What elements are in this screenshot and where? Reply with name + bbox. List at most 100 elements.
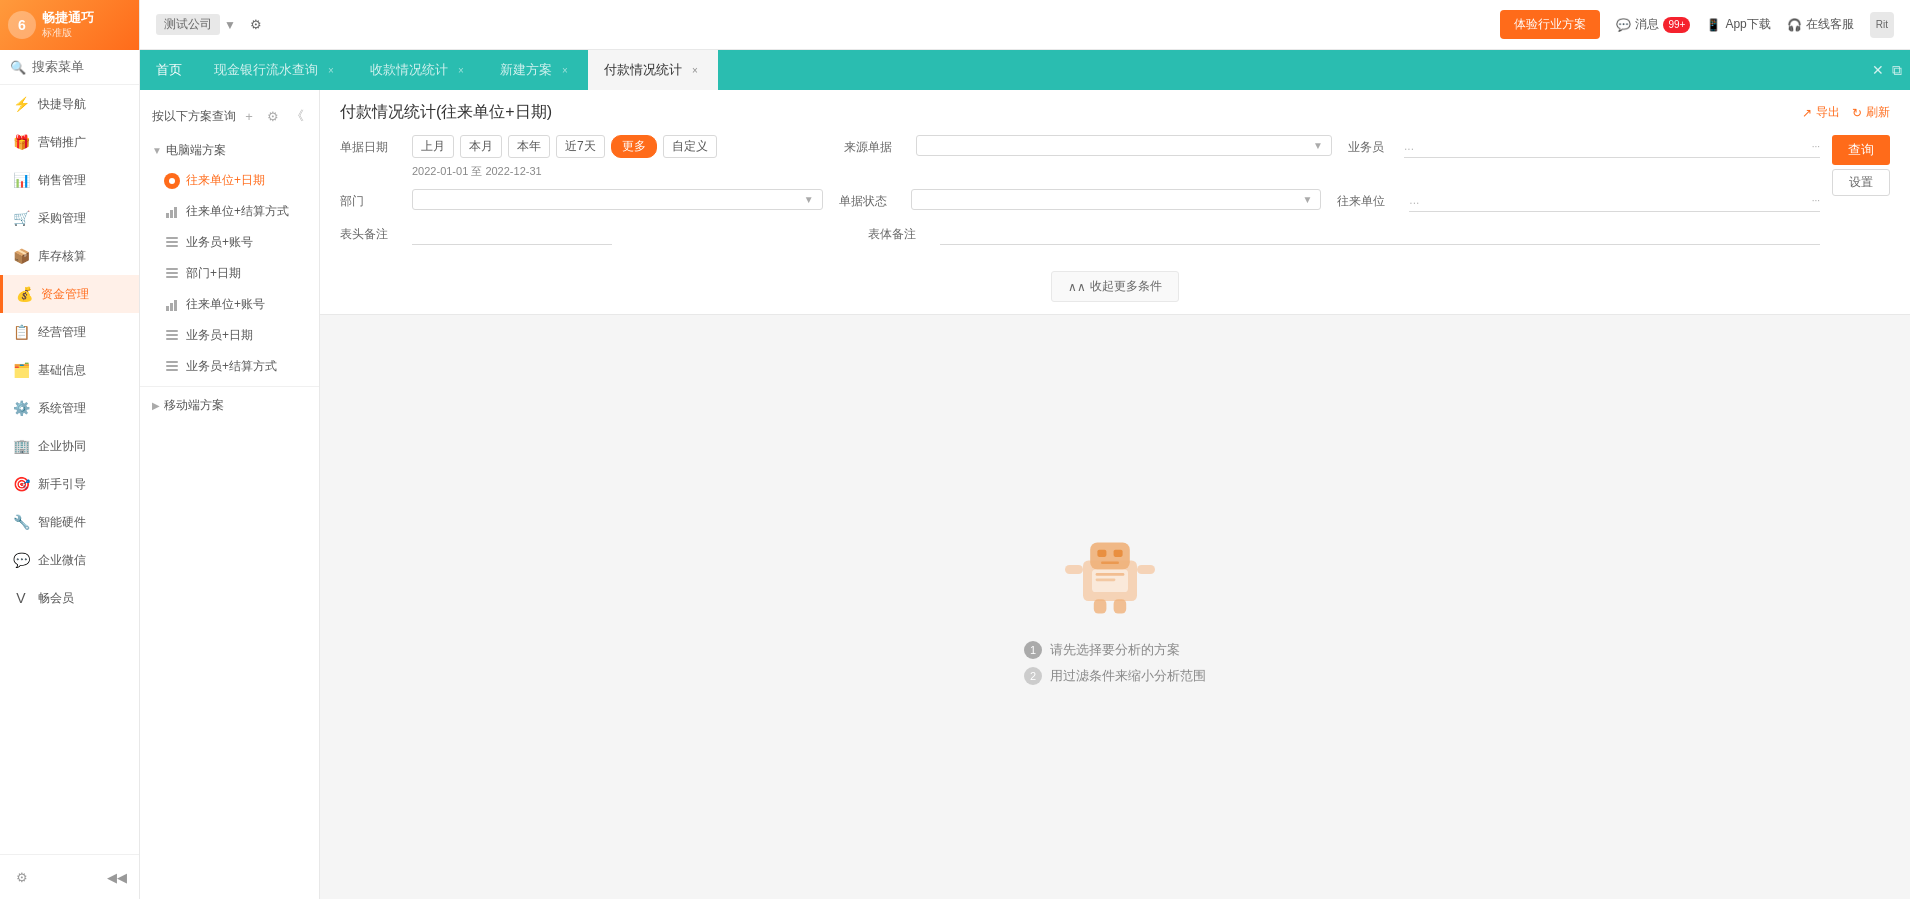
tab-bank-flow-label: 现金银行流水查询: [214, 61, 318, 79]
online-service-action[interactable]: 🎧 在线客服: [1787, 16, 1854, 33]
filter-settings-btn[interactable]: 设置: [1832, 169, 1890, 196]
tab-new-scheme-close[interactable]: ×: [558, 63, 572, 77]
counterpart-label: 往来单位: [1337, 189, 1393, 210]
sidebar-item-member[interactable]: V 畅会员: [0, 579, 139, 617]
refresh-btn[interactable]: ↻ 刷新: [1852, 104, 1890, 121]
scheme-item-dept-date[interactable]: 部门+日期: [140, 258, 319, 289]
export-btn[interactable]: ↗ 导出: [1802, 104, 1840, 121]
salesperson-select[interactable]: ... ···: [1404, 135, 1820, 158]
top-bar-settings-icon[interactable]: ⚙: [244, 13, 268, 37]
sidebar-item-inventory[interactable]: 📦 库存核算: [0, 237, 139, 275]
hint-text-2: 用过滤条件来缩小分析范围: [1050, 667, 1206, 685]
date-btn-this-year[interactable]: 本年: [508, 135, 550, 158]
scheme-add-btn[interactable]: +: [239, 106, 259, 126]
sidebar-item-guide[interactable]: 🎯 新手引导: [0, 465, 139, 503]
scheme-item-counterpart-account[interactable]: 往来单位+账号: [140, 289, 319, 320]
top-bar: 测试公司 ▼ ⚙ 体验行业方案 💬 消息 99+ 📱 App下载 🎧: [140, 0, 1910, 50]
tab-home[interactable]: 首页: [140, 50, 198, 90]
scheme-item-chart-icon: [164, 204, 180, 220]
sidebar-brand: 畅捷通巧 标准版: [42, 10, 94, 40]
message-icon: 💬: [1616, 18, 1631, 32]
date-btn-this-month[interactable]: 本月: [460, 135, 502, 158]
sidebar-header: 6 畅捷通巧 标准版: [0, 0, 139, 50]
tab-receipt-stats[interactable]: 收款情况统计 ×: [354, 50, 484, 90]
header-note-input[interactable]: [412, 222, 612, 245]
sidebar-item-wechat[interactable]: 💬 企业微信: [0, 541, 139, 579]
sidebar-item-label: 资金管理: [41, 286, 89, 303]
scheme-item-table-icon: [164, 235, 180, 251]
query-btn[interactable]: 查询: [1832, 135, 1890, 165]
scheme-item-counterpart-settlement[interactable]: 往来单位+结算方式: [140, 196, 319, 227]
doc-status-select[interactable]: ▼: [911, 189, 1322, 210]
tab-bank-flow-close[interactable]: ×: [324, 63, 338, 77]
dept-select[interactable]: ▼: [412, 189, 823, 210]
company-name: 测试公司: [156, 14, 220, 35]
svg-rect-7: [166, 268, 178, 270]
filter-row-3: 表头备注 表体备注: [340, 222, 1820, 245]
empty-hint-1: 1 请先选择要分析的方案: [1024, 641, 1206, 659]
sidebar-item-system[interactable]: ⚙️ 系统管理: [0, 389, 139, 427]
svg-rect-1: [166, 213, 169, 218]
app-download-action[interactable]: 📱 App下载: [1706, 16, 1770, 33]
date-btn-custom[interactable]: 自定义: [663, 135, 717, 158]
scheme-item-salesperson-account[interactable]: 业务员+账号: [140, 227, 319, 258]
source-select[interactable]: ▼: [916, 135, 1332, 156]
date-btn-last-month[interactable]: 上月: [412, 135, 454, 158]
sidebar-footer: ⚙ ◀◀: [0, 854, 139, 899]
collapse-label: 收起更多条件: [1090, 278, 1162, 295]
refresh-icon: ↻: [1852, 106, 1862, 120]
tab-receipt-stats-close[interactable]: ×: [454, 63, 468, 77]
sidebar-item-hardware[interactable]: 🔧 智能硬件: [0, 503, 139, 541]
svg-rect-15: [166, 338, 178, 340]
svg-rect-30: [1096, 579, 1116, 582]
salesperson-label: 业务员: [1348, 135, 1388, 156]
sidebar-item-finance[interactable]: 💰 资金管理: [0, 275, 139, 313]
svg-rect-23: [1101, 561, 1119, 564]
scheme-panel-actions: + ⚙ 《: [239, 106, 307, 126]
industry-btn[interactable]: 体验行业方案: [1500, 10, 1600, 39]
tab-bank-flow[interactable]: 现金银行流水查询 ×: [198, 50, 354, 90]
scheme-desktop-header[interactable]: ▼ 电脑端方案: [140, 136, 319, 165]
sidebar-item-marketing[interactable]: 🎁 营销推广: [0, 123, 139, 161]
tab-restore-icon[interactable]: ⧉: [1892, 62, 1902, 79]
svg-rect-17: [166, 365, 178, 367]
scheme-collapse-btn[interactable]: 《: [287, 106, 307, 126]
hint-number-1: 1: [1024, 641, 1042, 659]
svg-rect-11: [170, 303, 173, 311]
sidebar-settings-btn[interactable]: ⚙: [8, 863, 36, 891]
company-selector[interactable]: 测试公司 ▼: [156, 14, 236, 35]
scheme-item-salesperson-settlement[interactable]: 业务员+结算方式: [140, 351, 319, 382]
user-avatar[interactable]: Rit: [1870, 12, 1894, 38]
sidebar-item-basic[interactable]: 🗂️ 基础信息: [0, 351, 139, 389]
svg-rect-16: [166, 361, 178, 363]
sidebar-search-item[interactable]: 🔍 搜索菜单: [0, 50, 139, 85]
body-note-input[interactable]: [940, 222, 1820, 245]
sidebar-collapse-btn[interactable]: ◀◀: [103, 863, 131, 891]
svg-rect-22: [1114, 550, 1123, 557]
scheme-item-salesperson-date[interactable]: 业务员+日期: [140, 320, 319, 351]
collapse-more-btn[interactable]: ∧∧ 收起更多条件: [1051, 271, 1179, 302]
scheme-item-label: 业务员+日期: [186, 327, 253, 344]
sidebar-item-sales[interactable]: 📊 销售管理: [0, 161, 139, 199]
scheme-divider: [140, 386, 319, 387]
date-btn-last-7days[interactable]: 近7天: [556, 135, 605, 158]
hint-number-2: 2: [1024, 667, 1042, 685]
scheme-item-label: 业务员+账号: [186, 234, 253, 251]
tab-new-scheme[interactable]: 新建方案 ×: [484, 50, 588, 90]
sidebar-item-label: 库存核算: [38, 248, 86, 265]
sidebar-item-purchase[interactable]: 🛒 采购管理: [0, 199, 139, 237]
sidebar-item-operation[interactable]: 📋 经营管理: [0, 313, 139, 351]
tab-payment-stats-close[interactable]: ×: [688, 63, 702, 77]
counterpart-placeholder: ...: [1409, 193, 1811, 207]
sidebar-item-quick-nav[interactable]: ⚡ 快捷导航: [0, 85, 139, 123]
scheme-settings-btn[interactable]: ⚙: [263, 106, 283, 126]
svg-rect-4: [166, 237, 178, 239]
date-btn-more[interactable]: 更多: [611, 135, 657, 158]
sidebar-item-enterprise[interactable]: 🏢 企业协同: [0, 427, 139, 465]
tab-payment-stats[interactable]: 付款情况统计 ×: [588, 50, 718, 90]
scheme-item-counterpart-date[interactable]: 往来单位+日期: [140, 165, 319, 196]
tab-close-all-icon[interactable]: ✕: [1872, 62, 1884, 78]
messages-action[interactable]: 💬 消息 99+: [1616, 16, 1690, 33]
counterpart-select[interactable]: ... ···: [1409, 189, 1820, 212]
scheme-mobile-header[interactable]: ▶ 移动端方案: [140, 391, 319, 420]
